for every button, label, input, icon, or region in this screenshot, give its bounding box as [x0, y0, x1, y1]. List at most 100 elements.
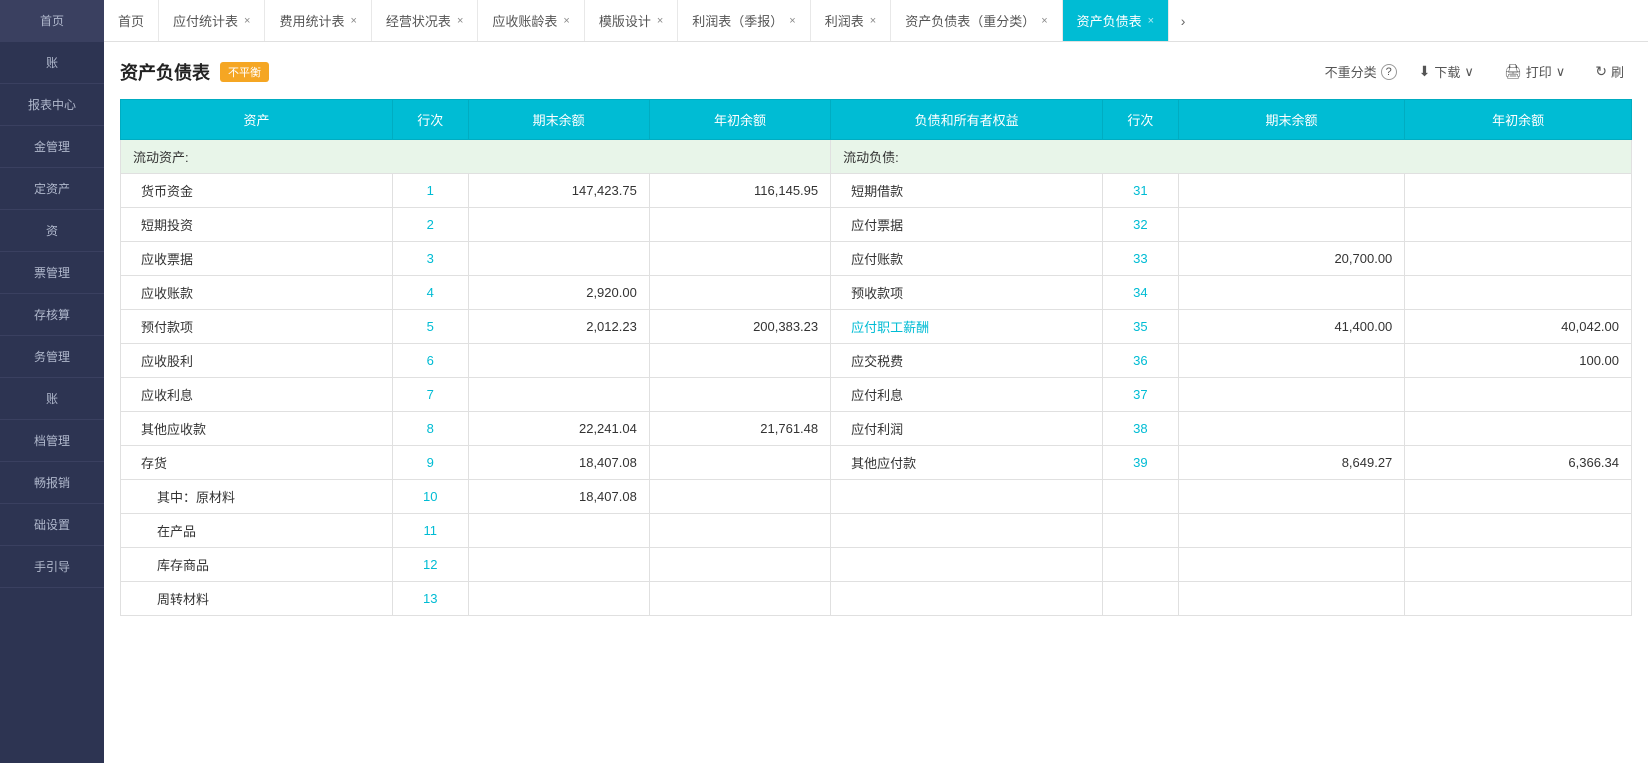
tab-operating-status[interactable]: 经营状况表 ×: [372, 0, 478, 42]
sidebar-item-expense-report[interactable]: 畅报销: [0, 462, 104, 504]
liability-label: [831, 582, 1103, 616]
row-num2: [1103, 582, 1179, 616]
balance-sheet-table: 资产 行次 期末余额 年初余额 负债和所有者权益 行次 期末余额 年初余额 流动…: [120, 99, 1632, 616]
year-balance2: 100.00: [1405, 344, 1632, 378]
table-row: 应收票据 3 应付账款 33 20,700.00: [121, 242, 1632, 276]
tab-receivable-aging[interactable]: 应收账龄表 ×: [478, 0, 584, 42]
asset-label: 存货: [121, 446, 393, 480]
row-num: 11: [392, 514, 468, 548]
sidebar-item-account[interactable]: 账: [0, 42, 104, 84]
tab-close-payable-stat[interactable]: ×: [244, 15, 250, 27]
end-balance2: [1178, 344, 1405, 378]
table-row: 周转材料 13: [121, 582, 1632, 616]
liability-label: 应付利润: [831, 412, 1103, 446]
end-balance2: [1178, 276, 1405, 310]
liability-label: [831, 548, 1103, 582]
sidebar-item-affairs-mgmt[interactable]: 务管理: [0, 336, 104, 378]
row-num2: 38: [1103, 412, 1179, 446]
year-balance2: 40,042.00: [1405, 310, 1632, 344]
end-balance: 2,920.00: [468, 276, 649, 310]
liability-label: 应付账款: [831, 242, 1103, 276]
row-num: 12: [392, 548, 468, 582]
year-balance2: [1405, 378, 1632, 412]
asset-label: 其中：原材料: [121, 480, 393, 514]
no-reclassify-option[interactable]: 不重分类 ?: [1325, 62, 1397, 81]
asset-label: 其他应收款: [121, 412, 393, 446]
end-balance: [468, 378, 649, 412]
sidebar-item-fixed-assets[interactable]: 定资产: [0, 168, 104, 210]
col-header-liabilities: 负债和所有者权益: [831, 100, 1103, 140]
tab-close-expense-stat[interactable]: ×: [350, 15, 356, 27]
sidebar-item-investment[interactable]: 资: [0, 210, 104, 252]
table-row: 应收账款 4 2,920.00 预收款项 34: [121, 276, 1632, 310]
year-balance: [649, 514, 830, 548]
refresh-button[interactable]: ↻ 刷: [1587, 58, 1632, 85]
sidebar-item-guide[interactable]: 手引导: [0, 546, 104, 588]
end-balance2: 41,400.00: [1178, 310, 1405, 344]
row-num: 9: [392, 446, 468, 480]
liability-label: [831, 514, 1103, 548]
end-balance: [468, 242, 649, 276]
row-num: 7: [392, 378, 468, 412]
row-num: 5: [392, 310, 468, 344]
row-num: 4: [392, 276, 468, 310]
tab-close-balance-reclassified[interactable]: ×: [1041, 15, 1047, 27]
asset-label: 预付款项: [121, 310, 393, 344]
end-balance2: 8,649.27: [1178, 446, 1405, 480]
end-balance: [468, 344, 649, 378]
tab-nav-right[interactable]: ›: [1169, 0, 1197, 42]
tab-profit[interactable]: 利润表 ×: [811, 0, 891, 42]
table-row: 应收股利 6 应交税费 36 100.00: [121, 344, 1632, 378]
asset-label: 货币资金: [121, 174, 393, 208]
table-row: 短期投资 2 应付票据 32: [121, 208, 1632, 242]
tab-balance-reclassified[interactable]: 资产负债表（重分类） ×: [891, 0, 1062, 42]
row-num: 2: [392, 208, 468, 242]
end-balance2: [1178, 378, 1405, 412]
end-balance: 18,407.08: [468, 480, 649, 514]
section-left-label: 流动资产:: [121, 140, 831, 174]
asset-label: 短期投资: [121, 208, 393, 242]
end-balance2: [1178, 480, 1405, 514]
year-balance: [649, 208, 830, 242]
print-button[interactable]: 🖨 打印 ∨: [1496, 58, 1573, 85]
tab-payable-stat[interactable]: 应付统计表 ×: [159, 0, 265, 42]
page-title-area: 资产负债表 不平衡: [120, 59, 269, 85]
year-balance2: [1405, 480, 1632, 514]
sidebar-item-fund-mgmt[interactable]: 金管理: [0, 126, 104, 168]
year-balance2: [1405, 174, 1632, 208]
download-icon: ⬇: [1419, 63, 1431, 80]
year-balance: 200,383.23: [649, 310, 830, 344]
tab-template-design[interactable]: 模版设计 ×: [585, 0, 678, 42]
tab-bar: 首页 应付统计表 × 费用统计表 × 经营状况表 × 应收账龄表 × 模版设计 …: [104, 0, 1648, 42]
sidebar-item-basic-settings[interactable]: 础设置: [0, 504, 104, 546]
asset-label: 应收股利: [121, 344, 393, 378]
tab-home[interactable]: 首页: [104, 0, 159, 42]
row-num: 10: [392, 480, 468, 514]
tab-close-profit[interactable]: ×: [870, 15, 876, 27]
table-row: 应收利息 7 应付利息 37: [121, 378, 1632, 412]
sidebar-item-report-center[interactable]: 报表中心: [0, 84, 104, 126]
sidebar-item-home[interactable]: 首页: [0, 0, 104, 42]
tab-close-profit-quarterly[interactable]: ×: [789, 15, 795, 27]
tab-close-receivable-aging[interactable]: ×: [563, 15, 569, 27]
liability-label: [831, 480, 1103, 514]
sidebar-item-archive-mgmt[interactable]: 档管理: [0, 420, 104, 462]
tab-balance-sheet[interactable]: 资产负债表 ×: [1063, 0, 1169, 42]
help-icon[interactable]: ?: [1381, 64, 1397, 80]
tab-close-template-design[interactable]: ×: [657, 15, 663, 27]
year-balance: [649, 344, 830, 378]
tab-profit-quarterly[interactable]: 利润表（季报） ×: [678, 0, 810, 42]
tab-expense-stat[interactable]: 费用统计表 ×: [265, 0, 371, 42]
refresh-icon: ↻: [1595, 63, 1607, 80]
section-current-assets: 流动资产: 流动负债:: [121, 140, 1632, 174]
col-header-year-start: 年初余额: [649, 100, 830, 140]
tab-close-operating-status[interactable]: ×: [457, 15, 463, 27]
table-row: 在产品 11: [121, 514, 1632, 548]
tab-close-balance-sheet[interactable]: ×: [1148, 15, 1154, 27]
sidebar: 首页 账 报表中心 金管理 定资产 资 票管理 存核算 务管理 账 档管理 畅报…: [0, 0, 104, 763]
sidebar-item-inventory-calc[interactable]: 存核算: [0, 294, 104, 336]
asset-label: 库存商品: [121, 548, 393, 582]
sidebar-item-ticket-mgmt[interactable]: 票管理: [0, 252, 104, 294]
sidebar-item-accounts[interactable]: 账: [0, 378, 104, 420]
download-button[interactable]: ⬇ 下载 ∨: [1411, 58, 1482, 85]
